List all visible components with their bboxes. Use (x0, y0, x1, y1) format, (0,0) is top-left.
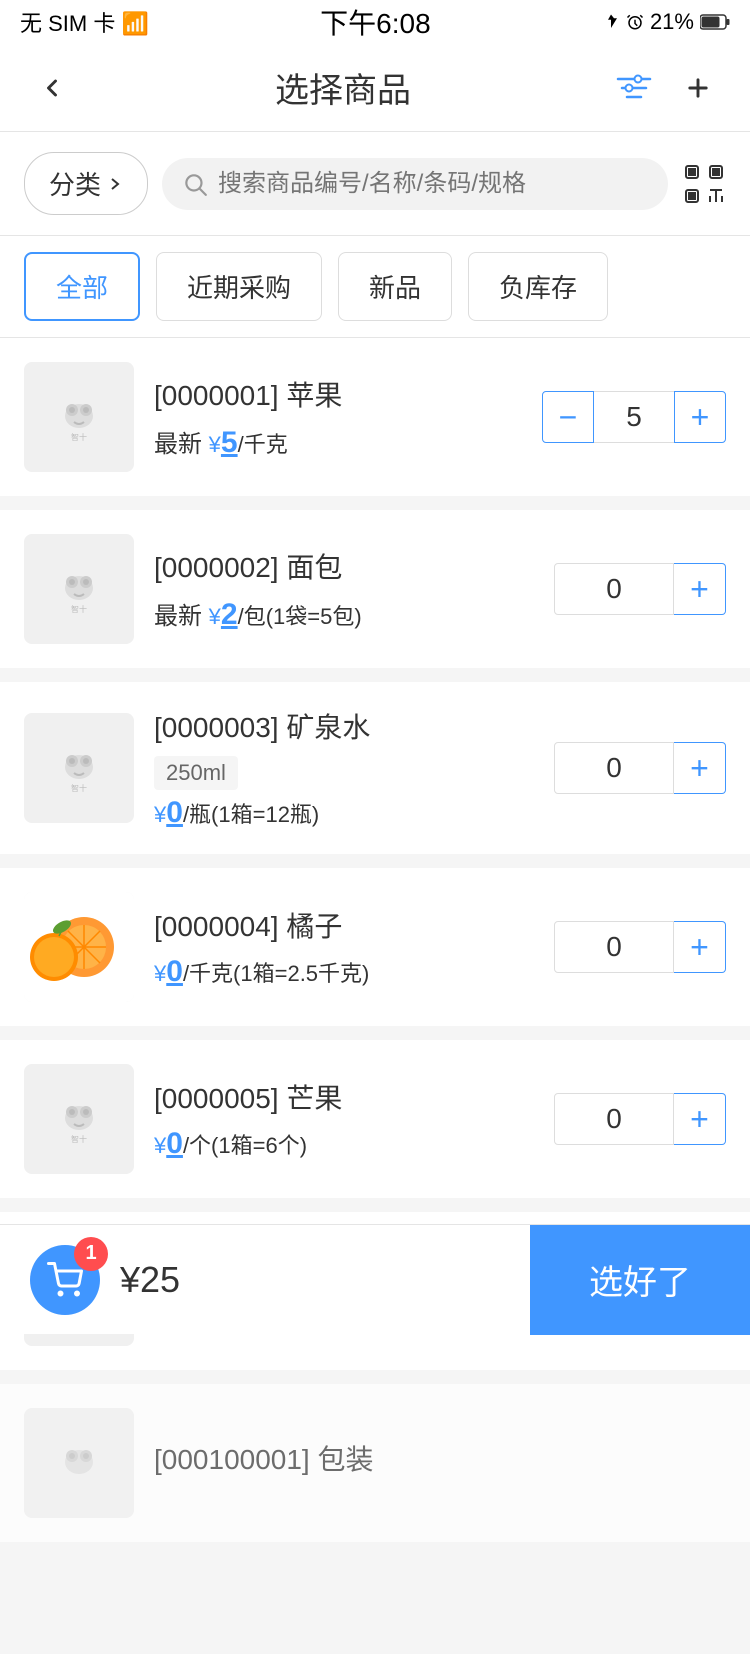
owl-logo-icon: 智十 (49, 556, 109, 616)
quantity-increase-button[interactable]: + (674, 1093, 726, 1145)
cart-section: 1 ¥25 (0, 1245, 530, 1315)
product-name: [0000001] 苹果 (154, 374, 522, 414)
owl-logo-icon: 智十 (49, 735, 109, 795)
status-time: 下午6:08 (320, 2, 431, 42)
svg-text:智十: 智十 (71, 1134, 87, 1144)
product-price: 最新 ¥5/千克 (154, 424, 522, 460)
quantity-control: 0 + (554, 1093, 726, 1145)
quantity-display: 0 (554, 742, 674, 794)
owl-logo-icon: 智十 (49, 1086, 109, 1146)
product-price: ¥0/千克(1箱=2.5千克) (154, 955, 534, 989)
product-info: [0000001] 苹果 最新 ¥5/千克 (154, 374, 522, 460)
search-icon (182, 171, 208, 197)
tab-recent[interactable]: 近期采购 (156, 252, 322, 321)
confirm-button[interactable]: 选好了 (530, 1225, 750, 1335)
cart-badge: 1 (74, 1237, 108, 1271)
battery-icon (700, 14, 730, 30)
search-bar[interactable] (162, 158, 668, 210)
add-button[interactable] (676, 66, 720, 110)
alarm-icon (626, 13, 644, 31)
product-name: [0000002] 面包 (154, 546, 534, 586)
filter-icon (616, 73, 652, 103)
quantity-display: 0 (554, 921, 674, 973)
product-image: 智十 (24, 1064, 134, 1174)
nav-bar: 选择商品 (0, 44, 750, 132)
quantity-increase-button[interactable]: + (674, 391, 726, 443)
scan-icon (684, 164, 724, 204)
tab-negative[interactable]: 负库存 (468, 252, 608, 321)
product-item: 智十 [0000002] 面包 最新 ¥2/包(1袋=5包) 0 + (0, 510, 750, 668)
owl-logo-icon: 智十 (49, 384, 109, 444)
filter-icon-btn[interactable] (612, 66, 656, 110)
product-name: [0000003] 矿泉水 (154, 706, 534, 746)
oranges-illustration (24, 892, 134, 1002)
product-spec: 250ml (154, 756, 238, 790)
product-item: 智十 [0000003] 矿泉水 250ml ¥0/瓶(1箱=12瓶) 0 + (0, 682, 750, 854)
product-image-oranges (24, 892, 134, 1002)
product-item: 智十 [0000005] 芒果 ¥0/个(1箱=6个) 0 + (0, 1040, 750, 1198)
status-carrier: 无 SIM 卡 📶 (20, 6, 149, 38)
quantity-control: 0 + (554, 742, 726, 794)
battery-percent: 21% (650, 9, 694, 35)
product-item: [0000004] 橘子 ¥0/千克(1箱=2.5千克) 0 + (0, 868, 750, 1026)
quantity-decrease-button[interactable]: − (542, 391, 594, 443)
filter-bar: 分类 (0, 132, 750, 236)
quantity-control: 0 + (554, 921, 726, 973)
product-image (24, 1408, 134, 1518)
svg-text:智十: 智十 (71, 783, 87, 793)
owl-logo-icon (49, 1430, 109, 1490)
product-info: [0000003] 矿泉水 250ml ¥0/瓶(1箱=12瓶) (154, 706, 534, 830)
search-input[interactable] (218, 170, 648, 198)
quantity-display: 5 (594, 391, 674, 443)
cart-button[interactable]: 1 (30, 1245, 100, 1315)
quantity-increase-button[interactable]: + (674, 742, 726, 794)
status-bar: 无 SIM 卡 📶 下午6:08 21% (0, 0, 750, 44)
back-button[interactable] (30, 66, 74, 110)
category-label: 分类 (49, 165, 101, 202)
product-name: [0000005] 芒果 (154, 1077, 534, 1117)
quantity-increase-button[interactable]: + (674, 921, 726, 973)
cart-total: ¥25 (120, 1259, 180, 1301)
product-info: [000100001] 包装 (154, 1438, 726, 1488)
product-info: [0000004] 橘子 ¥0/千克(1箱=2.5千克) (154, 905, 534, 989)
tab-bar: 全部 近期采购 新品 负库存 (0, 236, 750, 338)
product-image: 智十 (24, 534, 134, 644)
product-name: [0000004] 橘子 (154, 905, 534, 945)
quantity-control: − 5 + (542, 391, 726, 443)
scan-button[interactable] (682, 162, 726, 206)
product-name: [000100001] 包装 (154, 1438, 726, 1478)
location-icon (602, 13, 620, 31)
bottom-bar: 1 ¥25 选好了 (0, 1224, 750, 1334)
chevron-right-icon (107, 176, 123, 192)
product-image: 智十 (24, 362, 134, 472)
quantity-increase-button[interactable]: + (674, 563, 726, 615)
tab-new[interactable]: 新品 (338, 252, 452, 321)
quantity-display: 0 (554, 1093, 674, 1145)
product-info: [0000005] 芒果 ¥0/个(1箱=6个) (154, 1077, 534, 1161)
product-image: 智十 (24, 713, 134, 823)
product-info: [0000002] 面包 最新 ¥2/包(1袋=5包) (154, 546, 534, 632)
status-battery: 21% (602, 9, 730, 35)
svg-text:智十: 智十 (71, 604, 87, 614)
tab-all[interactable]: 全部 (24, 252, 140, 321)
quantity-display: 0 (554, 563, 674, 615)
product-price: ¥0/个(1箱=6个) (154, 1127, 534, 1161)
product-item: [000100001] 包装 (0, 1384, 750, 1542)
product-price: 最新 ¥2/包(1袋=5包) (154, 596, 534, 632)
product-list: 智十 [0000001] 苹果 最新 ¥5/千克 − 5 + (0, 338, 750, 1542)
svg-text:智十: 智十 (71, 432, 87, 442)
page-title: 选择商品 (275, 63, 411, 112)
product-price: ¥0/瓶(1箱=12瓶) (154, 796, 534, 830)
category-button[interactable]: 分类 (24, 152, 148, 215)
product-item: 智十 [0000001] 苹果 最新 ¥5/千克 − 5 + (0, 338, 750, 496)
quantity-control: 0 + (554, 563, 726, 615)
cart-icon (47, 1262, 83, 1298)
